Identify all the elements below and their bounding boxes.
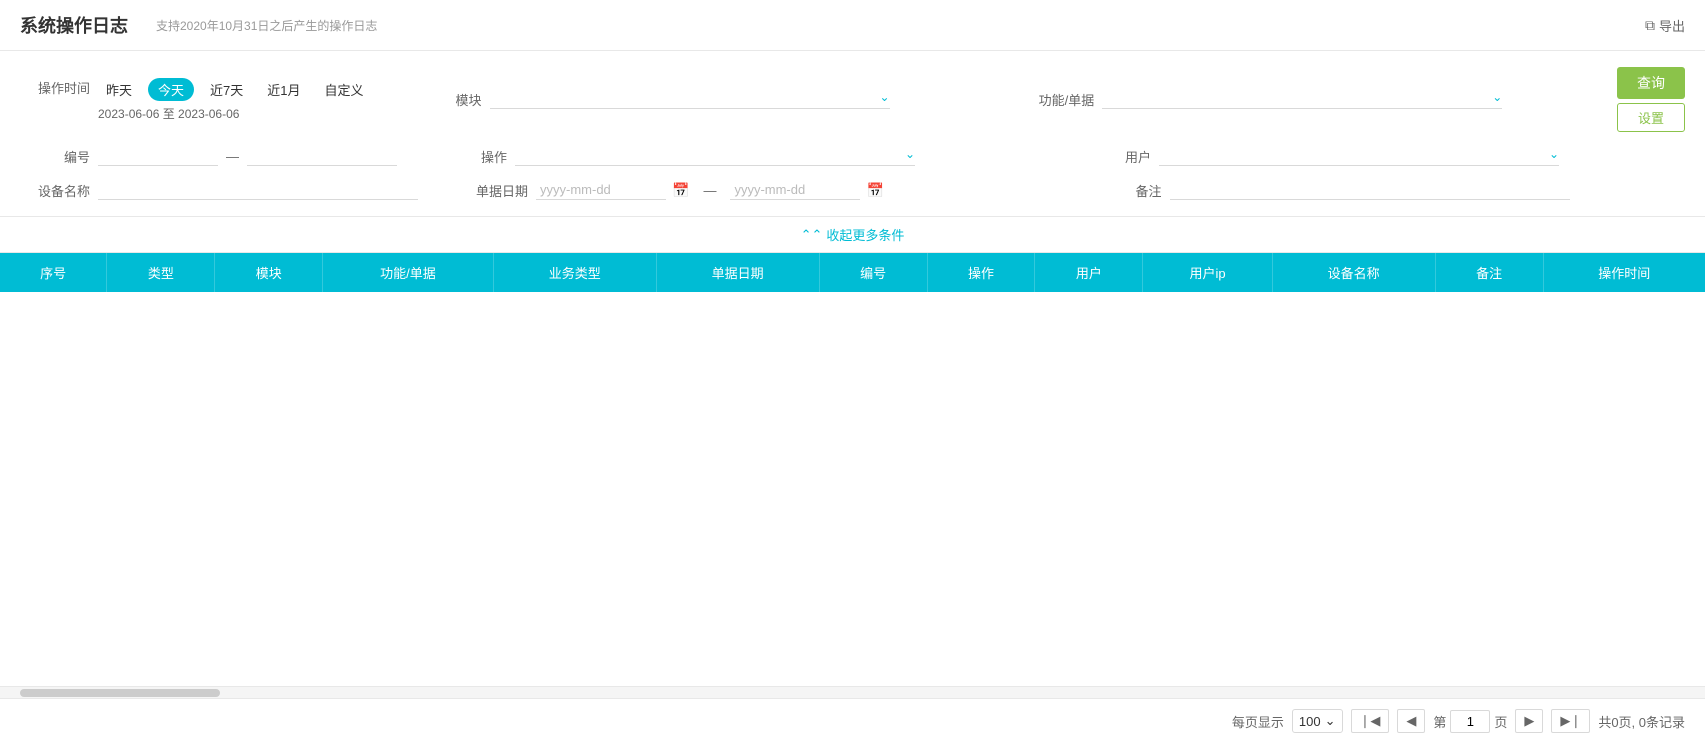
remark-input[interactable] — [1170, 180, 1570, 200]
user-label: 用户 — [1081, 147, 1151, 166]
doc-date-to-input[interactable] — [730, 180, 860, 200]
col-device: 设备名称 — [1272, 253, 1435, 292]
user-select[interactable]: ⌄ — [1159, 147, 1559, 166]
remark-label: 备注 — [1092, 181, 1162, 200]
page-unit: 页 — [1494, 712, 1507, 731]
settings-button[interactable]: 设置 — [1617, 103, 1685, 132]
last-page-button[interactable]: ▶❘ — [1551, 709, 1590, 733]
serial-label: 编号 — [20, 147, 90, 166]
col-user-ip: 用户ip — [1143, 253, 1272, 292]
time-btn-7days[interactable]: 近7天 — [202, 78, 251, 101]
doc-date-dash: — — [703, 183, 716, 198]
table-header-row: 序号 类型 模块 功能/单据 业务类型 单据日期 编号 操作 用户 用户ip 设… — [0, 253, 1705, 292]
col-remark: 备注 — [1435, 253, 1543, 292]
col-op-time: 操作时间 — [1543, 253, 1705, 292]
module-select[interactable]: ⌄ — [490, 90, 890, 109]
table-area: 序号 类型 模块 功能/单据 业务类型 单据日期 编号 操作 用户 用户ip 设… — [0, 253, 1705, 686]
collapse-bar: ⌃⌃ 收起更多条件 — [0, 217, 1705, 253]
page-container: 系统操作日志 支持2020年10月31日之后产生的操作日志 ⧉ 导出 操作时间 … — [0, 0, 1705, 743]
per-page-value: 100 — [1299, 714, 1321, 729]
page-title: 系统操作日志 — [20, 12, 128, 38]
time-btn-today[interactable]: 今天 — [148, 78, 194, 101]
filter-area: 操作时间 昨天 今天 近7天 近1月 自定义 2023-06-06 至 2023… — [0, 51, 1705, 217]
scrollbar-thumb[interactable] — [20, 689, 220, 697]
time-label: 操作时间 — [20, 78, 90, 97]
next-page-button[interactable]: ▶ — [1515, 709, 1543, 733]
col-serial-no: 编号 — [819, 253, 927, 292]
action-buttons: 查询 设置 — [1617, 67, 1685, 132]
device-input[interactable] — [98, 180, 418, 200]
per-page-select[interactable]: 100 ⌄ — [1292, 709, 1343, 733]
device-filter: 设备名称 — [20, 180, 418, 200]
doc-date-range: 📅 — 📅 — [536, 180, 884, 200]
current-page-input[interactable] — [1450, 710, 1490, 733]
user-dropdown-icon: ⌄ — [1549, 147, 1559, 161]
time-btn-custom[interactable]: 自定义 — [317, 78, 372, 101]
module-label: 模块 — [412, 90, 482, 109]
serial-from-input[interactable] — [98, 146, 218, 166]
operation-select[interactable]: ⌄ — [515, 147, 915, 166]
operation-dropdown-icon: ⌄ — [905, 147, 915, 161]
filter-row-3: 设备名称 单据日期 📅 — 📅 备注 — [20, 180, 1685, 200]
device-label: 设备名称 — [20, 181, 90, 200]
col-biz-type: 业务类型 — [493, 253, 656, 292]
query-button[interactable]: 查询 — [1617, 67, 1685, 99]
total-info: 共0页, 0条记录 — [1598, 712, 1685, 731]
doc-date-label: 单据日期 — [458, 181, 528, 200]
page-label: 第 — [1433, 712, 1446, 731]
function-select[interactable]: ⌄ — [1102, 90, 1502, 109]
serial-dash: — — [226, 149, 239, 164]
table-header: 序号 类型 模块 功能/单据 业务类型 单据日期 编号 操作 用户 用户ip 设… — [0, 253, 1705, 292]
doc-date-to-calendar-icon[interactable]: 📅 — [866, 182, 883, 199]
user-filter: 用户 ⌄ — [1081, 147, 1685, 166]
col-doc-date: 单据日期 — [656, 253, 819, 292]
page-subtitle: 支持2020年10月31日之后产生的操作日志 — [156, 17, 377, 34]
function-filter: 功能/单据 ⌄ — [1024, 90, 1597, 109]
doc-date-filter: 单据日期 📅 — 📅 — [458, 180, 1052, 200]
first-page-button[interactable]: ❘◀ — [1351, 709, 1390, 733]
serial-filter: 编号 — — [20, 146, 397, 166]
per-page-dropdown-icon: ⌄ — [1325, 713, 1336, 729]
collapse-button[interactable]: ⌃⌃ 收起更多条件 — [801, 225, 905, 244]
pagination-bar: 每页显示 100 ⌄ ❘◀ ◀ 第 页 ▶ ▶❘ 共0页, 0条记录 — [0, 698, 1705, 743]
doc-date-from-calendar-icon[interactable]: 📅 — [672, 182, 689, 199]
horizontal-scrollbar[interactable] — [0, 686, 1705, 698]
col-serial: 序号 — [0, 253, 107, 292]
export-label: 导出 — [1659, 16, 1685, 35]
time-filter: 操作时间 昨天 今天 近7天 近1月 自定义 2023-06-06 至 2023… — [20, 78, 372, 122]
operation-label: 操作 — [437, 147, 507, 166]
time-btn-1month[interactable]: 近1月 — [259, 78, 308, 101]
serial-to-input[interactable] — [247, 146, 397, 166]
col-user: 用户 — [1035, 253, 1143, 292]
module-filter: 模块 ⌄ — [412, 90, 985, 109]
page-info: 第 页 — [1433, 710, 1507, 733]
export-icon: ⧉ — [1645, 17, 1655, 34]
col-operation: 操作 — [927, 253, 1035, 292]
filter-row-1: 操作时间 昨天 今天 近7天 近1月 自定义 2023-06-06 至 2023… — [20, 67, 1685, 132]
page-header: 系统操作日志 支持2020年10月31日之后产生的操作日志 ⧉ 导出 — [0, 0, 1705, 51]
remark-filter: 备注 — [1092, 180, 1686, 200]
filter-row-2: 编号 — 操作 ⌄ 用户 ⌄ — [20, 146, 1685, 166]
collapse-icon: ⌃⌃ — [801, 227, 823, 243]
time-btn-yesterday[interactable]: 昨天 — [98, 78, 140, 101]
doc-date-from-input[interactable] — [536, 180, 666, 200]
function-label: 功能/单据 — [1024, 90, 1094, 109]
data-table: 序号 类型 模块 功能/单据 业务类型 单据日期 编号 操作 用户 用户ip 设… — [0, 253, 1705, 292]
time-filter-group: 昨天 今天 近7天 近1月 自定义 2023-06-06 至 2023-06-0… — [98, 78, 372, 122]
module-dropdown-icon: ⌄ — [879, 90, 889, 104]
col-function: 功能/单据 — [323, 253, 494, 292]
collapse-label: 收起更多条件 — [826, 225, 904, 244]
export-button[interactable]: ⧉ 导出 — [1645, 16, 1685, 35]
col-module: 模块 — [215, 253, 323, 292]
prev-page-button[interactable]: ◀ — [1397, 709, 1425, 733]
time-buttons: 昨天 今天 近7天 近1月 自定义 — [98, 78, 372, 101]
time-range: 2023-06-06 至 2023-06-06 — [98, 105, 372, 122]
col-type: 类型 — [107, 253, 215, 292]
per-page-label: 每页显示 — [1232, 712, 1284, 731]
function-dropdown-icon: ⌄ — [1492, 90, 1502, 104]
operation-filter: 操作 ⌄ — [437, 147, 1041, 166]
